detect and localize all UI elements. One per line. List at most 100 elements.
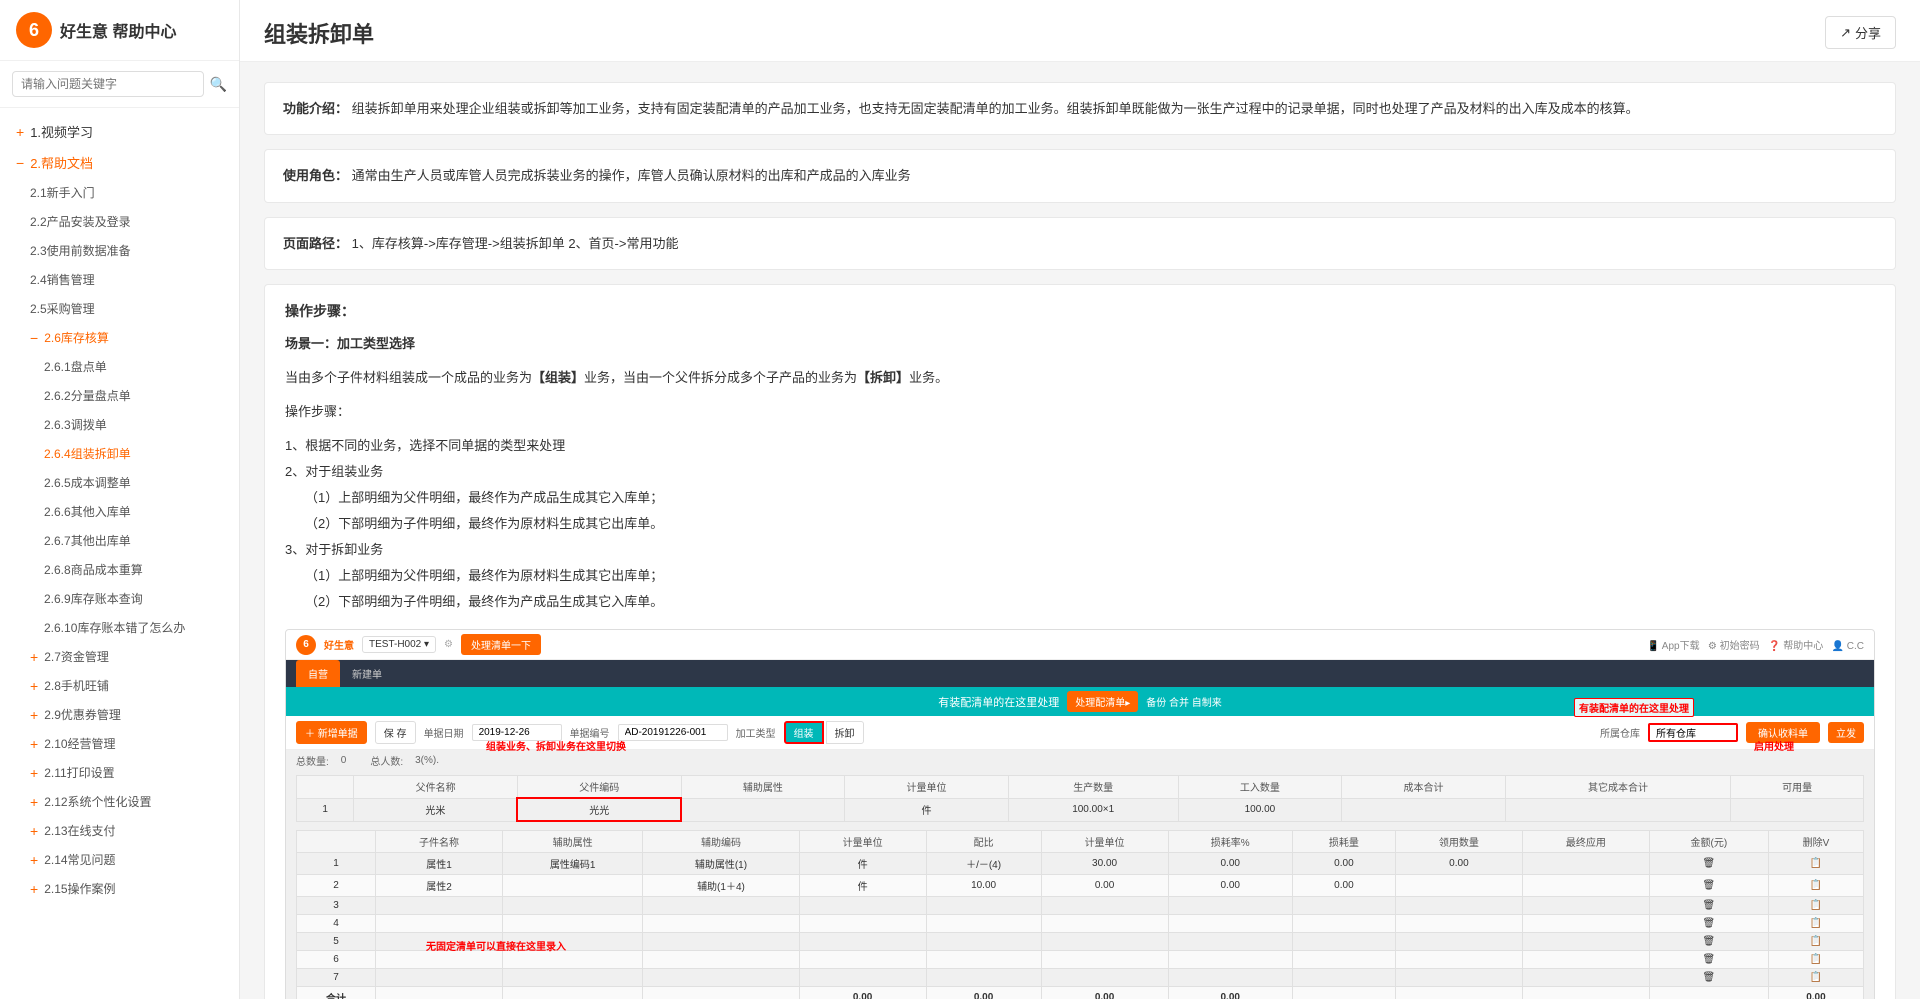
step3: 3、对于拆卸业务 xyxy=(285,537,1875,563)
app-brand: 好生意 xyxy=(324,637,354,652)
step2-2: （2）下部明细为子件明细，最终作为原材料生成其它出库单。 xyxy=(305,511,1875,537)
expand-icon: + xyxy=(16,124,24,140)
sidebar-item-data-prep[interactable]: 2.3使用前数据准备 xyxy=(0,236,239,265)
intro-title: 功能介绍： xyxy=(283,101,348,116)
sidebar-item-assembly[interactable]: 2.6.4组装拆卸单 xyxy=(0,439,239,468)
sidebar-item-faq[interactable]: + 2.14常见问题 xyxy=(0,845,239,874)
search-input[interactable] xyxy=(12,71,204,97)
th-cost-total: 成本合计 xyxy=(1342,776,1506,799)
processing-btn[interactable]: 处理配清单▸ xyxy=(1067,691,1138,712)
share-button[interactable]: ↗ 分享 xyxy=(1825,16,1896,49)
sidebar-item-other-in[interactable]: 2.6.6其他入库单 xyxy=(0,497,239,526)
child-row-6: 6 xyxy=(297,951,1864,969)
btn-assemble[interactable]: 组装 xyxy=(784,721,824,744)
step2: 2、对于组装业务 xyxy=(285,459,1875,485)
nav-tree: + 1.视频学习 − 2.帮助文档 2.1新手入门 2.2产品安装及登录 2.3… xyxy=(0,108,239,999)
role-title: 使用角色： xyxy=(283,168,348,183)
expand-cases-icon: + xyxy=(30,881,38,897)
annotation-teal: 有装配清单的在这里处理 xyxy=(1574,698,1694,717)
role-box: 使用角色： 通常由生产人员或库管人员完成拆装业务的操作，库管人员确认原材料的出库… xyxy=(264,149,1896,202)
expand-mobile-icon: + xyxy=(30,678,38,694)
sidebar-item-capital[interactable]: + 2.7资金管理 xyxy=(0,642,239,671)
step2-1: （1）上部明细为父件明细，最终作为产成品生成其它入库单； xyxy=(305,485,1875,511)
child-row-3: 3 xyxy=(297,897,1864,915)
sidebar-item-coupon[interactable]: + 2.9优惠券管理 xyxy=(0,700,239,729)
collapse-icon-inv: − xyxy=(30,330,38,346)
type-switcher: 组装 拆卸 xyxy=(784,721,864,744)
sidebar-item-newbie[interactable]: 2.1新手入门 xyxy=(0,178,239,207)
page-title: 组装拆卸单 xyxy=(264,17,374,49)
intro-box: 功能介绍： 组装拆卸单用来处理企业组装或拆卸等加工业务，支持有固定装配清单的产品… xyxy=(264,82,1896,135)
search-icon[interactable]: 🔍 xyxy=(210,76,227,93)
sidebar-item-custom[interactable]: + 2.12系统个性化设置 xyxy=(0,787,239,816)
path-title: 页面路径： xyxy=(283,236,348,251)
app-logo-small: 6 xyxy=(296,635,316,655)
child-row-2: 2 属性2 辅助(1＋4) 件 10.00 0.00 0.00 0.00 xyxy=(297,875,1864,897)
annotation-no-list: 无固定清单可以直接在这里录入 xyxy=(426,938,566,953)
expand-payment-icon: + xyxy=(30,823,38,839)
th-prod-qty: 生产数量 xyxy=(1008,776,1178,799)
steps-intro: 操作步骤： xyxy=(285,399,1875,425)
sidebar-item-stocktake[interactable]: 2.6.1盘点单 xyxy=(0,352,239,381)
sidebar-item-video[interactable]: + 1.视频学习 xyxy=(0,116,239,147)
app-logo: 6 xyxy=(16,12,52,48)
sidebar-item-mobile[interactable]: + 2.8手机旺铺 xyxy=(0,671,239,700)
expand-capital-icon: + xyxy=(30,649,38,665)
btn-disassemble[interactable]: 拆卸 xyxy=(826,721,864,744)
role-text: 通常由生产人员或库管人员完成拆装业务的操作，库管人员确认原材料的出库和产成品的入… xyxy=(352,168,911,183)
sidebar-header: 6 好生意 帮助中心 xyxy=(0,0,239,61)
nav-new[interactable]: 自营 xyxy=(296,660,340,687)
sidebar-item-stock-error[interactable]: 2.6.10库存账本错了怎么办 xyxy=(0,613,239,642)
issue-btn[interactable]: 立发 xyxy=(1828,722,1864,743)
sidebar-item-transfer[interactable]: 2.6.3调拨单 xyxy=(0,410,239,439)
search-box[interactable]: 🔍 xyxy=(0,61,239,108)
sidebar-item-cost-adj[interactable]: 2.6.5成本调整单 xyxy=(0,468,239,497)
child-row-4: 4 xyxy=(297,915,1864,933)
path-box: 页面路径： 1、库存核算->库存管理->组装拆卸单 2、首页->常用功能 xyxy=(264,217,1896,270)
sidebar-item-cases[interactable]: + 2.15操作案例 xyxy=(0,874,239,903)
store-selector[interactable]: TEST-H002 ▾ xyxy=(362,636,436,653)
total-row: 合计 0.00 0.00 0.00 0.00 xyxy=(297,987,1864,999)
sidebar-item-biz-mgmt[interactable]: + 2.10经营管理 xyxy=(0,729,239,758)
intro-text: 组装拆卸单用来处理企业组装或拆卸等加工业务，支持有固定装配清单的产品加工业务，也… xyxy=(352,101,1639,116)
main-header: 组装拆卸单 ↗ 分享 xyxy=(240,0,1920,62)
process-list-btn[interactable]: 处理清单一下 xyxy=(461,634,541,655)
expand-biz-icon: + xyxy=(30,736,38,752)
child-table-wrapper: 子件名称 辅助属性 辅助编码 计量单位 配比 计量单位 损耗率% 损耗量 领用数… xyxy=(286,826,1874,999)
btn-save[interactable]: 保 存 xyxy=(375,721,416,744)
annotation-enable: 启用处理 xyxy=(1754,738,1794,753)
child-table: 子件名称 辅助属性 辅助编码 计量单位 配比 计量单位 损耗率% 损耗量 领用数… xyxy=(296,830,1864,999)
sidebar-item-sales[interactable]: 2.4销售管理 xyxy=(0,265,239,294)
sidebar-item-other-out[interactable]: 2.6.7其他出库单 xyxy=(0,526,239,555)
sidebar-item-install[interactable]: 2.2产品安装及登录 xyxy=(0,207,239,236)
sidebar-item-stock-query[interactable]: 2.6.9库存账本查询 xyxy=(0,584,239,613)
scenario1-title: 场景一：加工类型选择 xyxy=(285,331,1875,357)
step3-2: （2）下部明细为子件明细，最终作为产成品生成其它入库单。 xyxy=(305,589,1875,615)
sidebar-item-payment[interactable]: + 2.13在线支付 xyxy=(0,816,239,845)
code-input[interactable] xyxy=(618,724,728,741)
sidebar-item-docs[interactable]: − 2.帮助文档 xyxy=(0,147,239,178)
app-nav: 自营 新建单 xyxy=(286,660,1874,687)
parent-table-wrapper: 父件名称 父件编码 辅助属性 计量单位 生产数量 工入数量 成本合计 其它成本合… xyxy=(286,771,1874,826)
btn-add[interactable]: ＋ 新增单据 xyxy=(296,721,367,744)
th-other-cost: 其它成本合计 xyxy=(1505,776,1730,799)
sidebar-item-cost-recalc[interactable]: 2.6.8商品成本重算 xyxy=(0,555,239,584)
child-row-7: 7 xyxy=(297,969,1864,987)
sidebar-item-inventory[interactable]: − 2.6库存核算 xyxy=(0,323,239,352)
steps-section: 操作步骤： 场景一：加工类型选择 当由多个子件材料组装成一个成品的业务为【组装】… xyxy=(264,284,1896,999)
content-area: 功能介绍： 组装拆卸单用来处理企业组装或拆卸等加工业务，支持有固定装配清单的产品… xyxy=(240,62,1920,999)
path-text: 1、库存核算->库存管理->组装拆卸单 2、首页->常用功能 xyxy=(352,236,679,251)
annotation-switch: 组装业务、拆卸业务在这里切换 xyxy=(486,738,626,753)
app-icons-right: 📱 App下载 ⚙ 初始密码 ❓ 帮助中心 👤 C.C xyxy=(1647,637,1864,652)
app-title: 好生意 帮助中心 xyxy=(60,18,176,42)
screenshot-wrapper: 6 好生意 TEST-H002 ▾ ⚙ 处理清单一下 📱 App下载 ⚙ 初始密… xyxy=(286,630,1874,999)
nav-list[interactable]: 新建单 xyxy=(340,660,394,687)
count-row: 总数量: 0 总人数: 3(%). xyxy=(286,750,1874,771)
expand-coupon-icon: + xyxy=(30,707,38,723)
sidebar-item-partial-stocktake[interactable]: 2.6.2分量盘点单 xyxy=(0,381,239,410)
sidebar-item-purchase[interactable]: 2.5采购管理 xyxy=(0,294,239,323)
expand-custom-icon: + xyxy=(30,794,38,810)
step1: 1、根据不同的业务，选择不同单据的类型来处理 xyxy=(285,433,1875,459)
sidebar-item-print[interactable]: + 2.11打印设置 xyxy=(0,758,239,787)
warehouse-input[interactable] xyxy=(1648,723,1738,742)
